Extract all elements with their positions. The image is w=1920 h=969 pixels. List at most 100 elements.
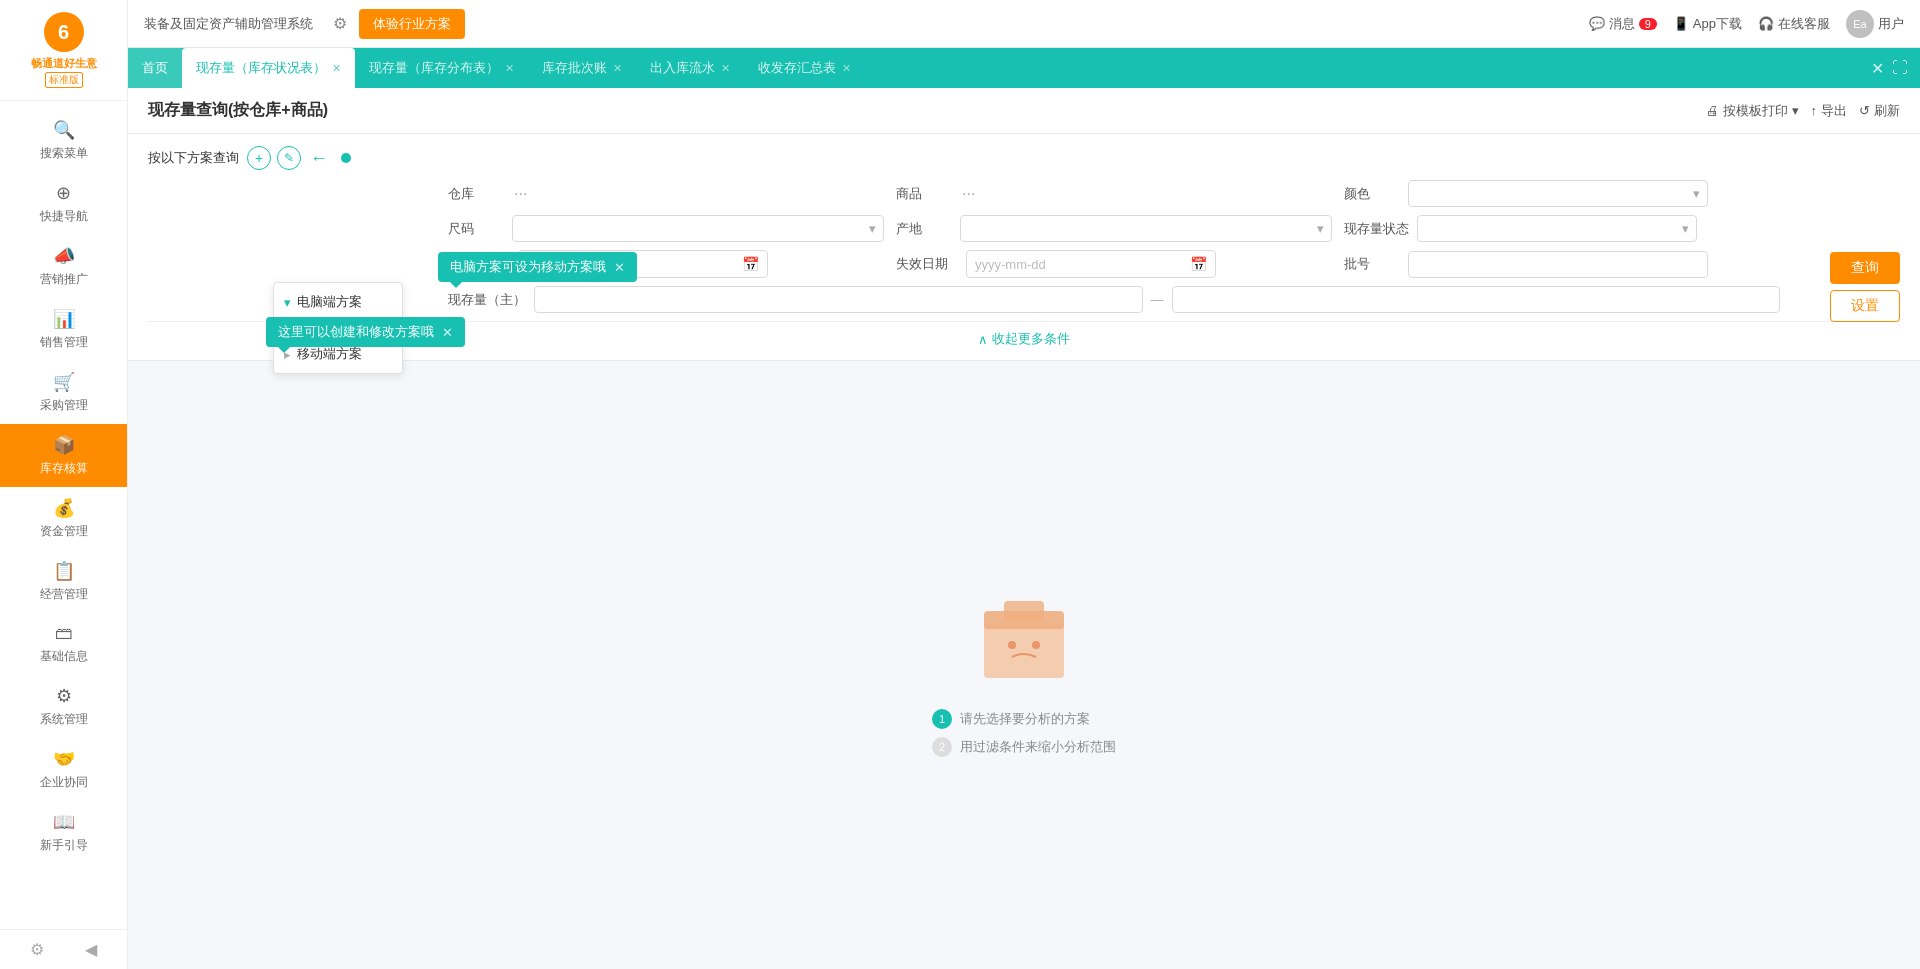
tooltip-pc-plan-close[interactable]: ✕ xyxy=(614,260,625,275)
expiry-date-icon: 📅 xyxy=(1190,256,1207,272)
sidebar-item-quicknav[interactable]: ⊕ 快捷导航 xyxy=(0,172,127,235)
arrow-filter-btn[interactable]: ← xyxy=(307,146,331,170)
svg-rect-0 xyxy=(984,623,1064,678)
filter-row-3: 生产日期 yyyy-mm-dd 📅 失效日期 yyyy-mm-dd 📅 xyxy=(448,250,1780,278)
sales-icon: 📊 xyxy=(53,308,75,330)
system-icon: ⚙ xyxy=(56,685,72,707)
topbar-settings-icon[interactable]: ⚙ xyxy=(333,14,347,33)
sidebar-item-sales[interactable]: 📊 销售管理 xyxy=(0,298,127,361)
sidebar-item-enterprise[interactable]: 🤝 企业协同 xyxy=(0,738,127,801)
tab-inventory-status-label: 现存量（库存状况表） xyxy=(196,59,326,77)
color-select-wrap: ▾ xyxy=(1408,180,1708,207)
tab-inventory-dist-label: 现存量（库存分布表） xyxy=(369,59,499,77)
notification-btn[interactable]: 💬 消息 9 xyxy=(1589,15,1657,33)
inv-qty-min[interactable] xyxy=(534,286,1143,313)
tab-batch-account-label: 库存批次账 xyxy=(542,59,607,77)
tab-receipt-summary-close[interactable]: ✕ xyxy=(842,62,851,75)
tab-batch-account-close[interactable]: ✕ xyxy=(613,62,622,75)
tooltip-create-plan-close[interactable]: ✕ xyxy=(442,325,453,340)
collapse-label: 收起更多条件 xyxy=(992,330,1070,348)
settings-bottom-icon[interactable]: ⚙ xyxy=(30,940,44,959)
headset-icon: 🎧 xyxy=(1758,16,1774,31)
tooltip-pc-plan-text: 电脑方案可设为移动方案哦 xyxy=(450,258,606,276)
expiry-date-input[interactable]: yyyy-mm-dd 📅 xyxy=(966,250,1216,278)
refresh-btn[interactable]: ↺ 刷新 xyxy=(1859,102,1900,120)
sidebar-item-guide-label: 新手引导 xyxy=(40,837,88,854)
empty-step-1: 1 请先选择要分析的方案 xyxy=(932,709,1116,729)
tab-inout-flow-close[interactable]: ✕ xyxy=(721,62,730,75)
plan-tree-mobile-label: 移动端方案 xyxy=(297,345,362,363)
sidebar-item-operations[interactable]: 📋 经营管理 xyxy=(0,550,127,613)
main-area: 装备及固定资产辅助管理系统 ⚙ 体验行业方案 💬 消息 9 📱 App下载 🎧 … xyxy=(128,0,1920,969)
filter-header: 按以下方案查询 + ✎ ← xyxy=(148,146,1900,170)
print-template-btn[interactable]: 🖨 按模板打印 ▾ xyxy=(1706,102,1799,120)
tab-receipt-summary[interactable]: 收发存汇总表 ✕ xyxy=(744,48,865,88)
sidebar-item-search[interactable]: 🔍 搜索菜单 xyxy=(0,109,127,172)
tab-inventory-status-close[interactable]: ✕ xyxy=(332,62,341,75)
tab-home-label: 首页 xyxy=(142,59,168,77)
color-select[interactable] xyxy=(1408,180,1708,207)
goods-dots[interactable]: ··· xyxy=(962,185,975,203)
online-support-btn[interactable]: 🎧 在线客服 xyxy=(1758,15,1830,33)
topbar: 装备及固定资产辅助管理系统 ⚙ 体验行业方案 💬 消息 9 📱 App下载 🎧 … xyxy=(128,0,1920,48)
inv-qty-field: 现存量（主） — xyxy=(448,286,1780,313)
guide-icon: 📖 xyxy=(53,811,75,833)
app-download-btn[interactable]: 📱 App下载 xyxy=(1673,15,1742,33)
sidebar-item-quicknav-label: 快捷导航 xyxy=(40,208,88,225)
sidebar-item-search-label: 搜索菜单 xyxy=(40,145,88,162)
sidebar: 6 畅通道好生意 标准版 🔍 搜索菜单 ⊕ 快捷导航 📣 营销推广 📊 销售管理… xyxy=(0,0,128,969)
sidebar-item-sales-label: 销售管理 xyxy=(40,334,88,351)
edit-filter-btn[interactable]: ✎ xyxy=(277,146,301,170)
plan-tree-pc[interactable]: ▾ 电脑端方案 xyxy=(274,289,402,315)
inventory-icon: 📦 xyxy=(53,434,75,456)
tab-inventory-dist[interactable]: 现存量（库存分布表） ✕ xyxy=(355,48,528,88)
empty-state: 1 请先选择要分析的方案 2 用过滤条件来缩小分析范围 xyxy=(128,361,1920,969)
tooltip-pc-plan: 电脑方案可设为移动方案哦 ✕ xyxy=(438,252,637,282)
sidebar-item-enterprise-label: 企业协同 xyxy=(40,774,88,791)
batch-input[interactable] xyxy=(1408,251,1708,278)
avatar: Ea xyxy=(1846,10,1874,38)
tab-inout-flow[interactable]: 出入库流水 ✕ xyxy=(636,48,744,88)
export-btn[interactable]: ↑ 导出 xyxy=(1811,102,1848,120)
warehouse-dots[interactable]: ··· xyxy=(514,185,527,203)
expiry-date-field: 失效日期 yyyy-mm-dd 📅 xyxy=(896,250,1332,278)
sidebar-item-inventory[interactable]: 📦 库存核算 xyxy=(0,424,127,487)
sidebar-item-basic[interactable]: 🗃 基础信息 xyxy=(0,613,127,675)
empty-step-2: 2 用过滤条件来缩小分析范围 xyxy=(932,737,1116,757)
sidebar-item-marketing[interactable]: 📣 营销推广 xyxy=(0,235,127,298)
tooltip-create-plan: 这里可以创建和修改方案哦 ✕ xyxy=(266,317,465,347)
filter-indicator xyxy=(341,153,351,163)
filter-rows: 仓库 ··· 商品 ··· 颜色 ▾ xyxy=(448,180,1780,313)
sidebar-item-purchase[interactable]: 🛒 采购管理 xyxy=(0,361,127,424)
message-icon: 💬 xyxy=(1589,16,1605,31)
sidebar-item-finance[interactable]: 💰 资金管理 xyxy=(0,487,127,550)
inv-qty-max[interactable] xyxy=(1172,286,1781,313)
search-icon: 🔍 xyxy=(53,119,75,141)
logo-text: 畅通道好生意 xyxy=(31,56,97,70)
sidebar-item-guide[interactable]: 📖 新手引导 xyxy=(0,801,127,864)
batch-field: 批号 xyxy=(1344,251,1780,278)
tab-inventory-status[interactable]: 现存量（库存状况表） ✕ xyxy=(182,48,355,88)
print-dropdown-icon[interactable]: ▾ xyxy=(1792,103,1799,118)
tab-home[interactable]: 首页 xyxy=(128,48,182,88)
inv-status-select[interactable] xyxy=(1417,215,1697,242)
solution-btn[interactable]: 体验行业方案 xyxy=(359,9,465,39)
query-btn[interactable]: 查询 xyxy=(1830,252,1900,284)
add-filter-btn[interactable]: + xyxy=(247,146,271,170)
inv-status-label: 现存量状态 xyxy=(1344,220,1409,238)
tab-inventory-dist-close[interactable]: ✕ xyxy=(505,62,514,75)
size-select[interactable] xyxy=(512,215,884,242)
tab-batch-account[interactable]: 库存批次账 ✕ xyxy=(528,48,636,88)
notification-label: 消息 xyxy=(1609,15,1635,33)
tab-close-all-icon[interactable]: ✕ xyxy=(1871,59,1884,78)
expiry-date-placeholder: yyyy-mm-dd xyxy=(975,257,1046,272)
reset-btn[interactable]: 设置 xyxy=(1830,290,1900,322)
origin-select[interactable] xyxy=(960,215,1332,242)
sidebar-item-marketing-label: 营销推广 xyxy=(40,271,88,288)
user-area[interactable]: Ea 用户 xyxy=(1846,10,1904,38)
tab-expand-icon[interactable]: ⛶ xyxy=(1892,59,1908,77)
step-1-text: 请先选择要分析的方案 xyxy=(960,710,1090,728)
sidebar-item-system[interactable]: ⚙ 系统管理 xyxy=(0,675,127,738)
step-num-2: 2 xyxy=(932,737,952,757)
collapse-sidebar-icon[interactable]: ◀ xyxy=(85,940,97,959)
